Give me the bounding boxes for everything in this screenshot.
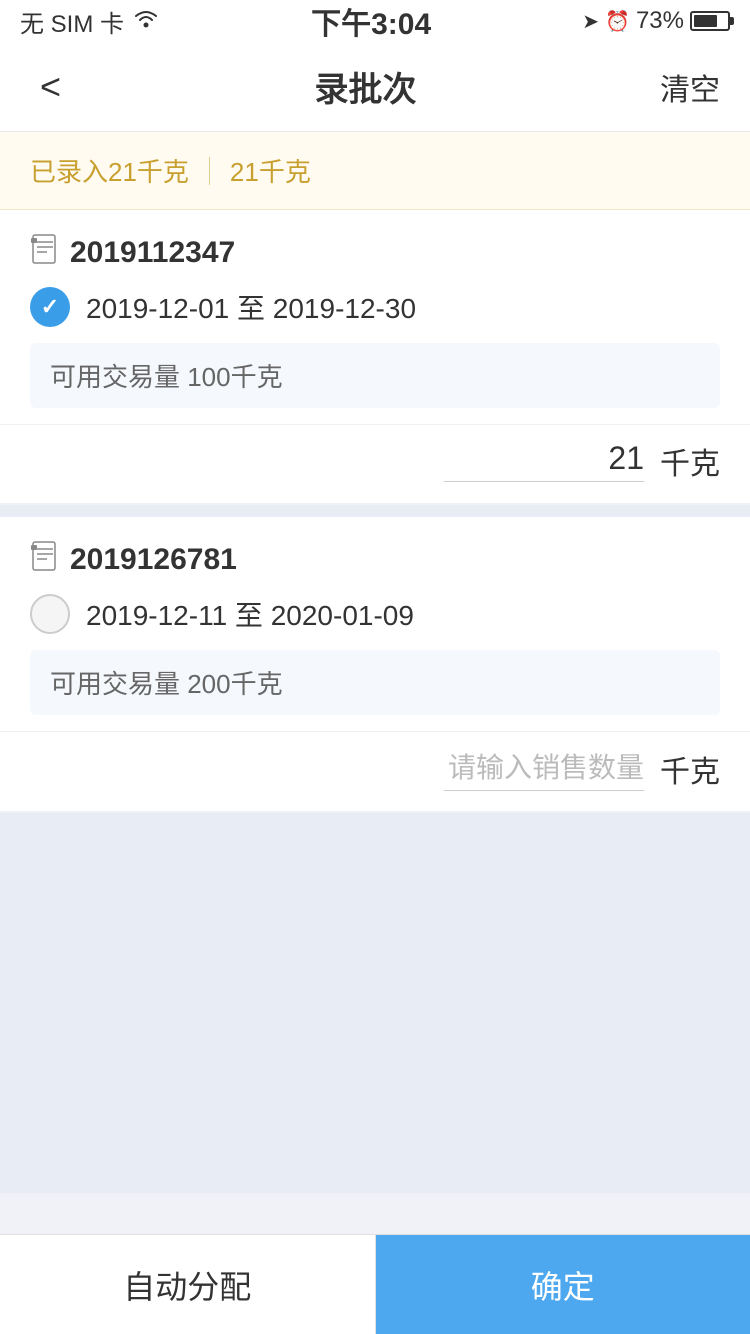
qty-unit-1: 千克: [660, 439, 720, 483]
qty-unit-2: 千克: [660, 747, 720, 791]
status-left: 无 SIM 卡: [20, 4, 160, 39]
wifi-icon: [132, 7, 160, 35]
qty-input-row-1: 21 千克: [0, 424, 750, 503]
qty-underline-2[interactable]: 请输入销售数量: [444, 746, 644, 791]
battery-icon: [690, 11, 730, 31]
batch-card-2: 2019126781 2019-12-11 至 2020-01-09 可用交易量…: [0, 517, 750, 811]
auto-distribute-button[interactable]: 自动分配: [0, 1235, 376, 1334]
qty-placeholder-2: 请输入销售数量: [448, 752, 644, 783]
batch-date-1: 2019-12-01 至 2019-12-30: [86, 287, 416, 327]
info-label: 已录入21千克: [30, 152, 189, 189]
sim-status: 无 SIM 卡: [20, 4, 124, 39]
batch-card-1: 2019112347 2019-12-01 至 2019-12-30 可用交易量…: [0, 210, 750, 503]
location-icon: ➤: [582, 9, 599, 34]
qty-value-1: 21: [608, 440, 644, 476]
batch-header-1: 2019112347: [0, 210, 750, 281]
batch-icon-1: [30, 234, 60, 271]
status-right: ➤ ⏰ 73%: [582, 7, 730, 35]
batch-date-row-2[interactable]: 2019-12-11 至 2020-01-09: [0, 588, 750, 640]
confirm-button[interactable]: 确定: [376, 1235, 750, 1334]
qty-underline-1[interactable]: 21: [444, 440, 644, 482]
available-qty-1: 可用交易量 100千克: [30, 343, 720, 408]
batch-icon-2: [30, 541, 60, 578]
batch-date-row-1[interactable]: 2019-12-01 至 2019-12-30: [0, 281, 750, 333]
nav-bar: < 录批次 清空: [0, 42, 750, 132]
batch-id-1: 2019112347: [70, 236, 235, 270]
clear-button[interactable]: 清空: [660, 65, 720, 109]
batch-date-2: 2019-12-11 至 2020-01-09: [86, 594, 414, 634]
info-divider: [209, 157, 210, 185]
batch-radio-1[interactable]: [30, 287, 70, 327]
back-button[interactable]: <: [30, 56, 71, 118]
batch-id-2: 2019126781: [70, 543, 237, 577]
section-divider: [0, 505, 750, 517]
page-title: 录批次: [315, 62, 417, 111]
battery-fill: [694, 15, 717, 27]
bottom-bar: 自动分配 确定: [0, 1234, 750, 1334]
battery-percent: 73%: [636, 7, 684, 35]
info-value: 21千克: [230, 152, 311, 189]
info-banner: 已录入21千克 21千克: [0, 132, 750, 210]
status-bar: 无 SIM 卡 下午3:04 ➤ ⏰ 73%: [0, 0, 750, 42]
available-qty-2: 可用交易量 200千克: [30, 650, 720, 715]
alarm-icon: ⏰: [605, 9, 630, 34]
qty-input-row-2: 请输入销售数量 千克: [0, 731, 750, 811]
batch-radio-2[interactable]: [30, 594, 70, 634]
status-time: 下午3:04: [311, 0, 431, 43]
empty-content-area: [0, 813, 750, 1193]
batch-header-2: 2019126781: [0, 517, 750, 588]
